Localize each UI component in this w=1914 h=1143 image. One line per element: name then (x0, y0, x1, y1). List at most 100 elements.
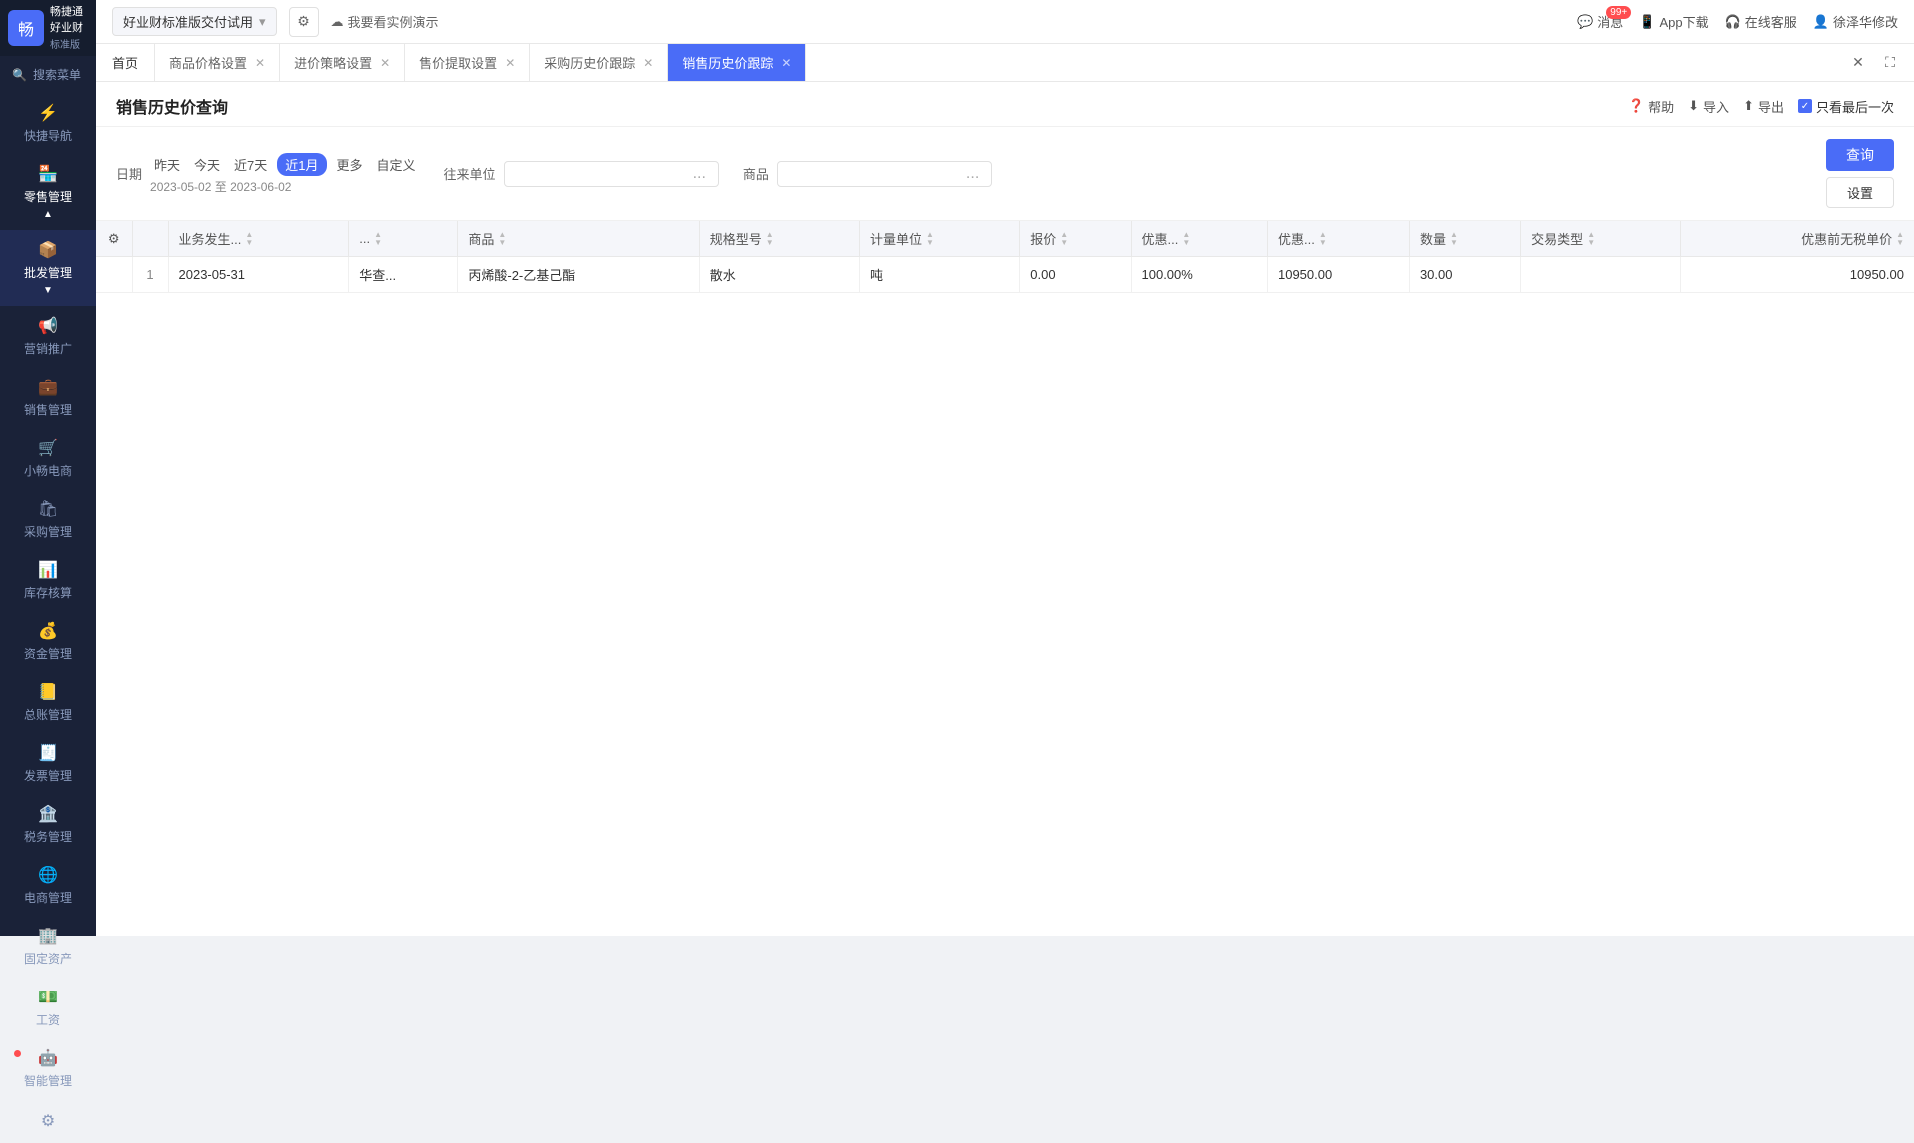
service-label: 在线客服 (1745, 12, 1797, 31)
export-button[interactable]: ⬆ 导出 (1743, 97, 1784, 116)
sidebar: 畅 畅捷通好业财 标准版 🔍 搜索菜单 ⚡ 快捷导航 🏪 零售管理 ▲ 📦 批发… (0, 0, 96, 936)
th-product[interactable]: 商品 ▲▼ (458, 221, 699, 257)
version-dropdown-icon: ▾ (259, 14, 266, 30)
sort-icon-product: ▲▼ (498, 231, 506, 247)
window-close-button[interactable]: ✕ (1846, 51, 1870, 75)
th-price[interactable]: 报价 ▲▼ (1020, 221, 1131, 257)
supplier-input[interactable] (513, 166, 689, 181)
tab-price[interactable]: 商品价格设置 ✕ (155, 44, 280, 81)
th-discount2[interactable]: 优惠... ▲▼ (1267, 221, 1409, 257)
sidebar-item-assets[interactable]: 🏢 固定资产 (0, 916, 96, 977)
tab-sale-track[interactable]: 销售历史价跟踪 ✕ (668, 44, 806, 81)
date-range: 2023-05-02 至 2023-06-02 (150, 178, 420, 195)
tab-sale-extract[interactable]: 售价提取设置 ✕ (405, 44, 530, 81)
tab-purchase-track-label: 采购历史价跟踪 (544, 53, 635, 72)
table-body: 1 2023-05-31 华查... 丙烯酸-2-乙基己酯 散水 吨 0.00 … (96, 257, 1914, 293)
tab-price-close[interactable]: ✕ (255, 56, 265, 70)
date-opt-yesterday[interactable]: 昨天 (150, 153, 184, 176)
th-spec-label: 规格型号 (710, 229, 762, 248)
tab-purchase-track-close[interactable]: ✕ (643, 56, 653, 70)
th-date[interactable]: 业务发生... ▲▼ (168, 221, 349, 257)
window-maximize-button[interactable]: ⛶ (1878, 51, 1902, 75)
row-trade-type (1521, 257, 1681, 293)
sidebar-item-marketing[interactable]: 📢 营销推广 (0, 306, 96, 367)
query-button[interactable]: 查询 (1826, 139, 1894, 171)
tab-sale-extract-close[interactable]: ✕ (505, 56, 515, 70)
th-quantity[interactable]: 数量 ▲▼ (1409, 221, 1520, 257)
sidebar-item-quick-nav[interactable]: ⚡ 快捷导航 (0, 93, 96, 154)
message-button[interactable]: 💬 消息 99+ (1577, 12, 1623, 31)
filter-settings-button[interactable]: 设置 (1826, 177, 1894, 208)
topbar-settings-button[interactable]: ⚙ (289, 7, 319, 37)
import-button[interactable]: ⬇ 导入 (1688, 97, 1729, 116)
supplier-dots[interactable]: ... (689, 165, 710, 183)
filter-bar: 日期 昨天 今天 近7天 近1月 更多 自定义 2023-05-02 至 202… (96, 127, 1914, 221)
date-opt-last1m[interactable]: 近1月 (277, 153, 326, 176)
invoice-label: 发票管理 (24, 767, 72, 784)
sidebar-item-inventory[interactable]: 📊 库存核算 (0, 550, 96, 611)
date-label: 日期 (116, 164, 142, 183)
online-service-button[interactable]: 🎧 在线客服 (1725, 12, 1797, 31)
help-button[interactable]: ❓ 帮助 (1628, 97, 1674, 116)
th-price-label: 报价 (1030, 229, 1056, 248)
sort-icon-date: ▲▼ (245, 231, 253, 247)
th-trade-type[interactable]: 交易类型 ▲▼ (1521, 221, 1681, 257)
date-opt-custom[interactable]: 自定义 (373, 153, 420, 176)
sidebar-item-retail[interactable]: 🏪 零售管理 ▲ (0, 154, 96, 230)
sales-icon: 💼 (38, 377, 58, 397)
product-filter-group: 商品 ... (743, 161, 992, 187)
user-avatar[interactable]: 👤 徐泽华修改 (1813, 12, 1898, 31)
sidebar-search[interactable]: 🔍 搜索菜单 (0, 56, 96, 93)
purchase-icon: 🛍 (38, 499, 58, 519)
date-opt-more[interactable]: 更多 (333, 153, 367, 176)
sidebar-item-salary[interactable]: 💵 工资 (0, 977, 96, 1038)
version-select[interactable]: 好业财标准版交付试用 ▾ (112, 7, 277, 36)
th-discount1[interactable]: 优惠... ▲▼ (1131, 221, 1267, 257)
only-last-checkbox[interactable]: ✓ 只看最后一次 (1798, 97, 1894, 116)
sort-icon-discount1: ▲▼ (1182, 231, 1190, 247)
th-unit[interactable]: 计量单位 ▲▼ (860, 221, 1020, 257)
user-icon: 👤 (1813, 14, 1829, 30)
page-title: 销售历史价查询 (116, 94, 228, 118)
tab-import-strategy-close[interactable]: ✕ (380, 56, 390, 70)
row-discount2: 10950.00 (1267, 257, 1409, 293)
demo-icon: ☁ (331, 14, 344, 30)
sidebar-item-invoice[interactable]: 🧾 发票管理 (0, 733, 96, 794)
invoice-icon: 🧾 (38, 743, 58, 763)
product-dots[interactable]: ... (962, 165, 983, 183)
sidebar-item-ecommerce[interactable]: 🌐 电商管理 (0, 855, 96, 916)
demo-link[interactable]: ☁ 我要看实例演示 (331, 12, 439, 31)
th-discount1-label: 优惠... (1142, 229, 1179, 248)
row-pretax-price: 10950.00 (1681, 257, 1914, 293)
tab-sale-track-close[interactable]: ✕ (781, 56, 791, 70)
tab-purchase-track[interactable]: 采购历史价跟踪 ✕ (530, 44, 668, 81)
sidebar-settings[interactable]: ⚙ (0, 1099, 96, 1143)
purchase-label: 采购管理 (24, 523, 72, 540)
retail-label: 零售管理 (24, 188, 72, 205)
sidebar-item-purchase[interactable]: 🛍 采购管理 (0, 489, 96, 550)
date-opt-last7[interactable]: 近7天 (230, 153, 271, 176)
sidebar-item-wholesale[interactable]: 📦 批发管理 ▼ (0, 230, 96, 306)
tab-home[interactable]: 首页 (96, 44, 155, 81)
sidebar-item-sales[interactable]: 💼 销售管理 (0, 367, 96, 428)
th-pretax-price[interactable]: 优惠前无税单价 ▲▼ (1681, 221, 1914, 257)
sidebar-item-finance[interactable]: 💰 资金管理 (0, 611, 96, 672)
tab-import-strategy[interactable]: 进价策略设置 ✕ (280, 44, 405, 81)
sidebar-item-smart[interactable]: 🤖 智能管理 (0, 1038, 96, 1099)
th-discount2-label: 优惠... (1278, 229, 1315, 248)
sort-icon-trade-type: ▲▼ (1587, 231, 1595, 247)
product-label: 商品 (743, 164, 769, 183)
table-wrap: ⚙ 业务发生... ▲▼ ... ▲▼ (96, 221, 1914, 936)
gear-icon[interactable]: ⚙ (108, 231, 120, 246)
sidebar-item-xiaochange[interactable]: 🛒 小畅电商 (0, 428, 96, 489)
th-num (132, 221, 168, 257)
date-opt-today[interactable]: 今天 (190, 153, 224, 176)
row-quantity: 30.00 (1409, 257, 1520, 293)
product-input[interactable] (786, 166, 962, 181)
app-download-button[interactable]: 📱 App下载 (1639, 12, 1708, 31)
th-more[interactable]: ... ▲▼ (349, 221, 458, 257)
sidebar-item-general[interactable]: 📒 总账管理 (0, 672, 96, 733)
sidebar-item-tax[interactable]: 🏦 税务管理 (0, 794, 96, 855)
user-name: 徐泽华修改 (1833, 12, 1898, 31)
th-spec[interactable]: 规格型号 ▲▼ (699, 221, 859, 257)
